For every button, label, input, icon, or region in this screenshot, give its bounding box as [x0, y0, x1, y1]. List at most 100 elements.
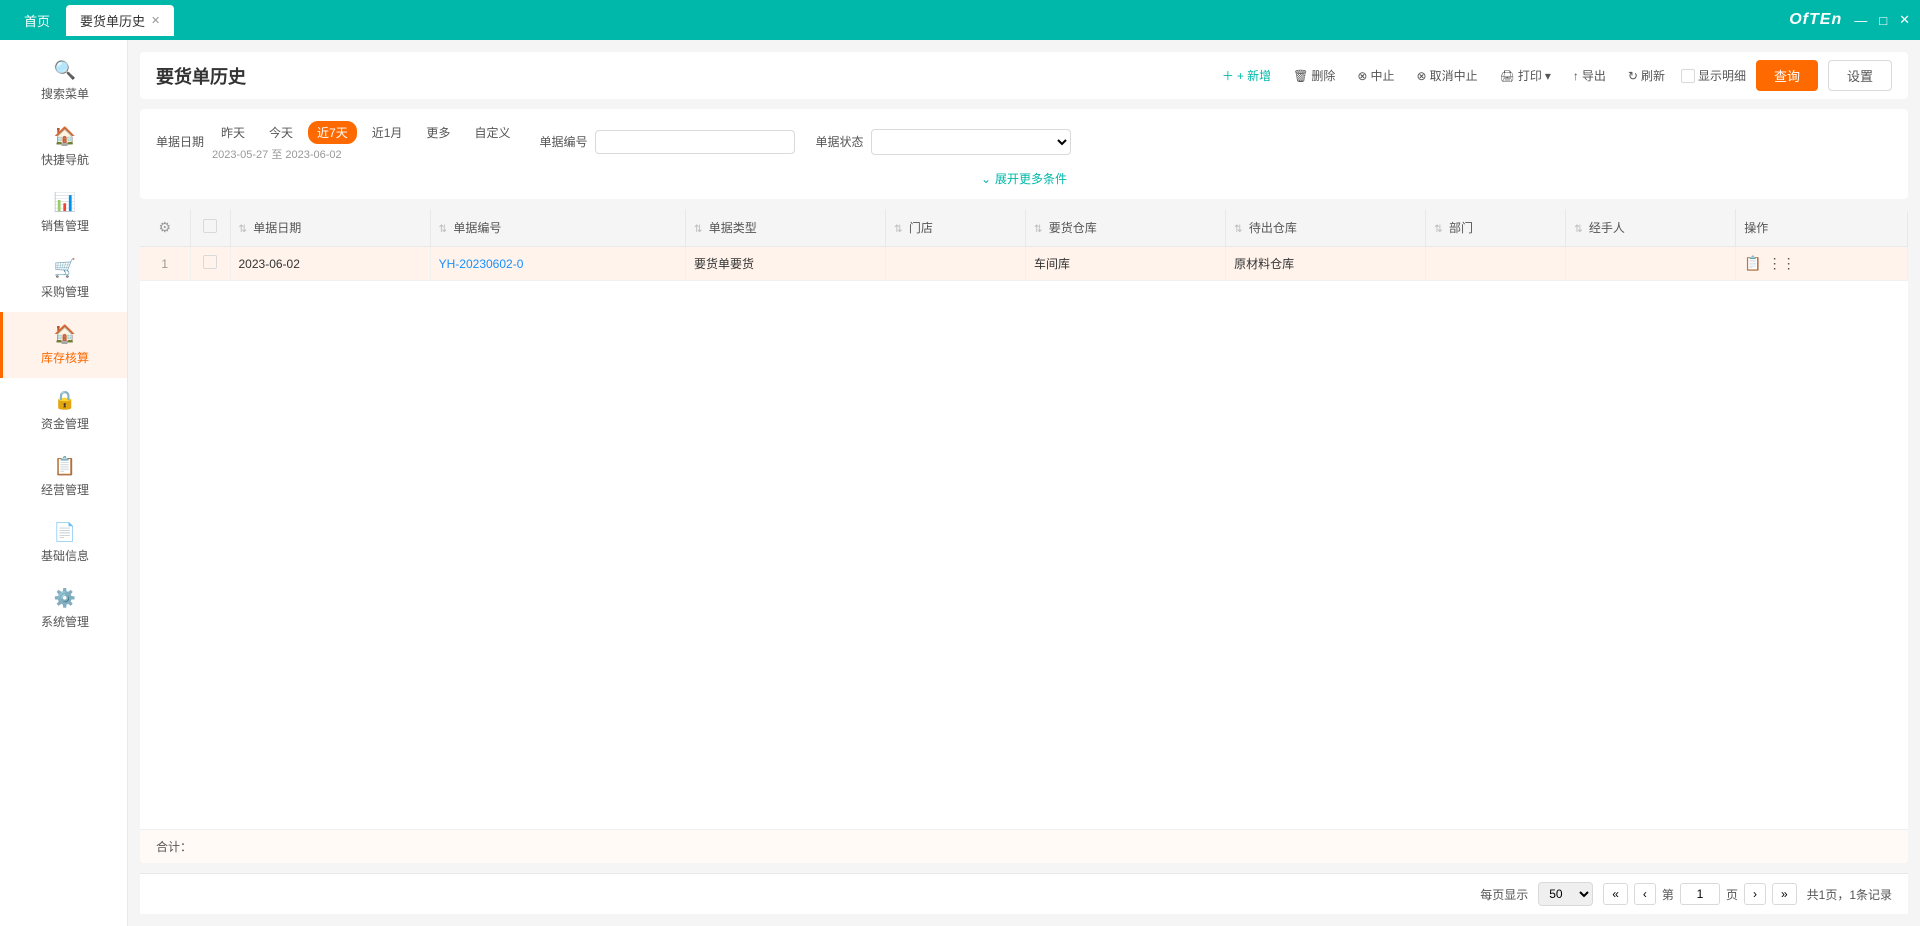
expand-more-btn[interactable]: ⌄ 展开更多条件	[156, 170, 1892, 187]
stop-button[interactable]: ⊗ 中止	[1351, 63, 1400, 88]
status-filter-label: 单据状态	[815, 133, 863, 150]
total-info: 共1页，1条记录	[1807, 886, 1892, 903]
refresh-label: 刷新	[1641, 67, 1665, 84]
th-handler[interactable]: 经手人	[1566, 209, 1736, 247]
settings-button[interactable]: 设置	[1828, 60, 1892, 91]
docno-filter-label: 单据编号	[539, 133, 587, 150]
minimize-btn[interactable]: —	[1854, 13, 1867, 28]
show-detail-checkbox[interactable]: 显示明细	[1681, 67, 1746, 84]
sidebar-item-operations-mgmt[interactable]: 📋 经营管理	[0, 444, 127, 510]
date-filter-label: 单据日期	[156, 133, 204, 150]
sidebar-item-label: 系统管理	[41, 613, 89, 630]
refresh-button[interactable]: ↻ 刷新	[1622, 63, 1671, 88]
th-docdate-label: 单据日期	[253, 221, 301, 235]
th-store[interactable]: 门店	[886, 209, 1026, 247]
sidebar-item-finance-mgmt[interactable]: 🔒 资金管理	[0, 378, 127, 444]
sidebar-item-label: 快捷导航	[41, 151, 89, 168]
edit-icon[interactable]: 📋	[1744, 255, 1761, 272]
status-filter-select[interactable]	[871, 129, 1071, 155]
th-docno[interactable]: 单据编号	[430, 209, 685, 247]
export-button[interactable]: ↑ 导出	[1567, 63, 1612, 88]
date-btn-recent1month[interactable]: 近1月	[363, 121, 412, 144]
print-button[interactable]: 🖨 打印 ▾	[1494, 63, 1557, 88]
basic-info-icon: 📄	[54, 522, 76, 543]
tab-home[interactable]: 首页	[10, 5, 64, 36]
print-icon: 🖨	[1500, 69, 1515, 83]
th-doctype[interactable]: 单据类型	[685, 209, 885, 247]
finance-mgmt-icon: 🔒	[54, 390, 76, 411]
sidebar-item-sales-mgmt[interactable]: 📊 销售管理	[0, 180, 127, 246]
maximize-btn[interactable]: □	[1879, 13, 1887, 28]
th-docdate[interactable]: 单据日期	[230, 209, 430, 247]
action-icons: 📋 ⋮⋮	[1744, 255, 1899, 272]
cell-doctype: 要货单要货	[685, 247, 885, 281]
cell-store	[886, 247, 1026, 281]
sidebar-item-quick-nav[interactable]: 🏠 快捷导航	[0, 114, 127, 180]
date-btn-more[interactable]: 更多	[417, 121, 459, 144]
prev-page-btn[interactable]: ‹	[1634, 883, 1656, 905]
date-filter-group: 单据日期 昨天 今天 近7天 近1月 更多 自定义 2023-05-27 至 2…	[156, 121, 519, 162]
first-page-btn[interactable]: «	[1603, 883, 1628, 905]
top-bar: 首页 要货单历史 ✕ OfTEn — □ ✕	[0, 0, 1920, 40]
operations-mgmt-icon: 📋	[54, 456, 76, 477]
column-settings-icon[interactable]: ⚙	[158, 219, 171, 235]
brand-name: OfTEn	[1789, 11, 1842, 29]
add-icon: ＋	[1222, 67, 1234, 84]
date-btn-custom[interactable]: 自定义	[465, 121, 519, 144]
sidebar-item-label: 库存核算	[41, 349, 89, 366]
sidebar-item-label: 资金管理	[41, 415, 89, 432]
th-pendingwarehouse[interactable]: 待出仓库	[1226, 209, 1426, 247]
docno-filter-input[interactable]	[595, 130, 795, 154]
tab-close-icon[interactable]: ✕	[151, 14, 160, 27]
date-btn-recent7[interactable]: 近7天	[308, 121, 357, 144]
page-size-select[interactable]: 50 10 20 100	[1538, 882, 1593, 906]
select-all-checkbox[interactable]	[203, 219, 217, 233]
cancel-stop-button[interactable]: ⊗ 取消中止	[1411, 63, 1484, 88]
sidebar-item-inventory[interactable]: 🏠 库存核算	[0, 312, 127, 378]
filter-area: 单据日期 昨天 今天 近7天 近1月 更多 自定义 2023-05-27 至 2…	[140, 109, 1908, 199]
sidebar: 🔍 搜索菜单 🏠 快捷导航 📊 销售管理 🛒 采购管理 🏠 库存核算 🔒 资金管…	[0, 40, 128, 926]
sidebar-item-system-mgmt[interactable]: ⚙️ 系统管理	[0, 576, 127, 642]
summary-label: 合计：	[156, 840, 192, 854]
table-header-row: ⚙ 单据日期 单据编号 单据类型	[140, 209, 1908, 247]
export-label: 导出	[1582, 67, 1606, 84]
delete-label: 删除	[1311, 67, 1335, 84]
sidebar-item-label: 搜索菜单	[41, 85, 89, 102]
table-row: 1 2023-06-02 YH-20230602-0 要货单要货 车间库 原材料…	[140, 247, 1908, 281]
th-doctype-label: 单据类型	[709, 221, 757, 235]
th-handler-label: 经手人	[1589, 221, 1625, 235]
page-size-label: 每页显示	[1480, 886, 1528, 903]
sidebar-item-search-menu[interactable]: 🔍 搜索菜单	[0, 48, 127, 114]
inventory-icon: 🏠	[54, 324, 76, 345]
last-page-btn[interactable]: »	[1772, 883, 1797, 905]
cell-checkbox	[190, 247, 230, 281]
date-btn-today[interactable]: 今天	[260, 121, 302, 144]
delete-button[interactable]: 🗑 删除	[1287, 63, 1341, 88]
sidebar-item-purchase-mgmt[interactable]: 🛒 采购管理	[0, 246, 127, 312]
page-end-label: 页	[1726, 886, 1738, 903]
cell-action: 📋 ⋮⋮	[1736, 247, 1908, 281]
show-detail-label: 显示明细	[1698, 67, 1746, 84]
delete-row-icon[interactable]: ⋮⋮	[1768, 255, 1796, 272]
sidebar-item-basic-info[interactable]: 📄 基础信息	[0, 510, 127, 576]
th-reqwarehouse[interactable]: 要货仓库	[1026, 209, 1226, 247]
close-btn[interactable]: ✕	[1899, 12, 1910, 28]
next-page-btn[interactable]: ›	[1744, 883, 1766, 905]
add-button[interactable]: ＋ + 新增	[1216, 63, 1277, 88]
query-button[interactable]: 查询	[1756, 60, 1818, 91]
th-department[interactable]: 部门	[1426, 209, 1566, 247]
page-number-input[interactable]	[1680, 883, 1720, 905]
sidebar-item-label: 基础信息	[41, 547, 89, 564]
refresh-icon: ↻	[1628, 69, 1638, 83]
date-btn-yesterday[interactable]: 昨天	[212, 121, 254, 144]
pagination: « ‹ 第 页 › »	[1603, 883, 1796, 905]
docno-link[interactable]: YH-20230602-0	[439, 257, 524, 271]
add-label: + 新增	[1237, 67, 1271, 84]
table-container: ⚙ 单据日期 单据编号 单据类型	[140, 209, 1908, 863]
date-filter-buttons: 昨天 今天 近7天 近1月 更多 自定义	[212, 121, 519, 144]
page-title: 要货单历史	[156, 63, 246, 89]
tab-history[interactable]: 要货单历史 ✕	[66, 5, 174, 36]
row-checkbox[interactable]	[203, 255, 217, 269]
sidebar-item-label: 销售管理	[41, 217, 89, 234]
delete-icon: 🗑	[1293, 69, 1308, 83]
